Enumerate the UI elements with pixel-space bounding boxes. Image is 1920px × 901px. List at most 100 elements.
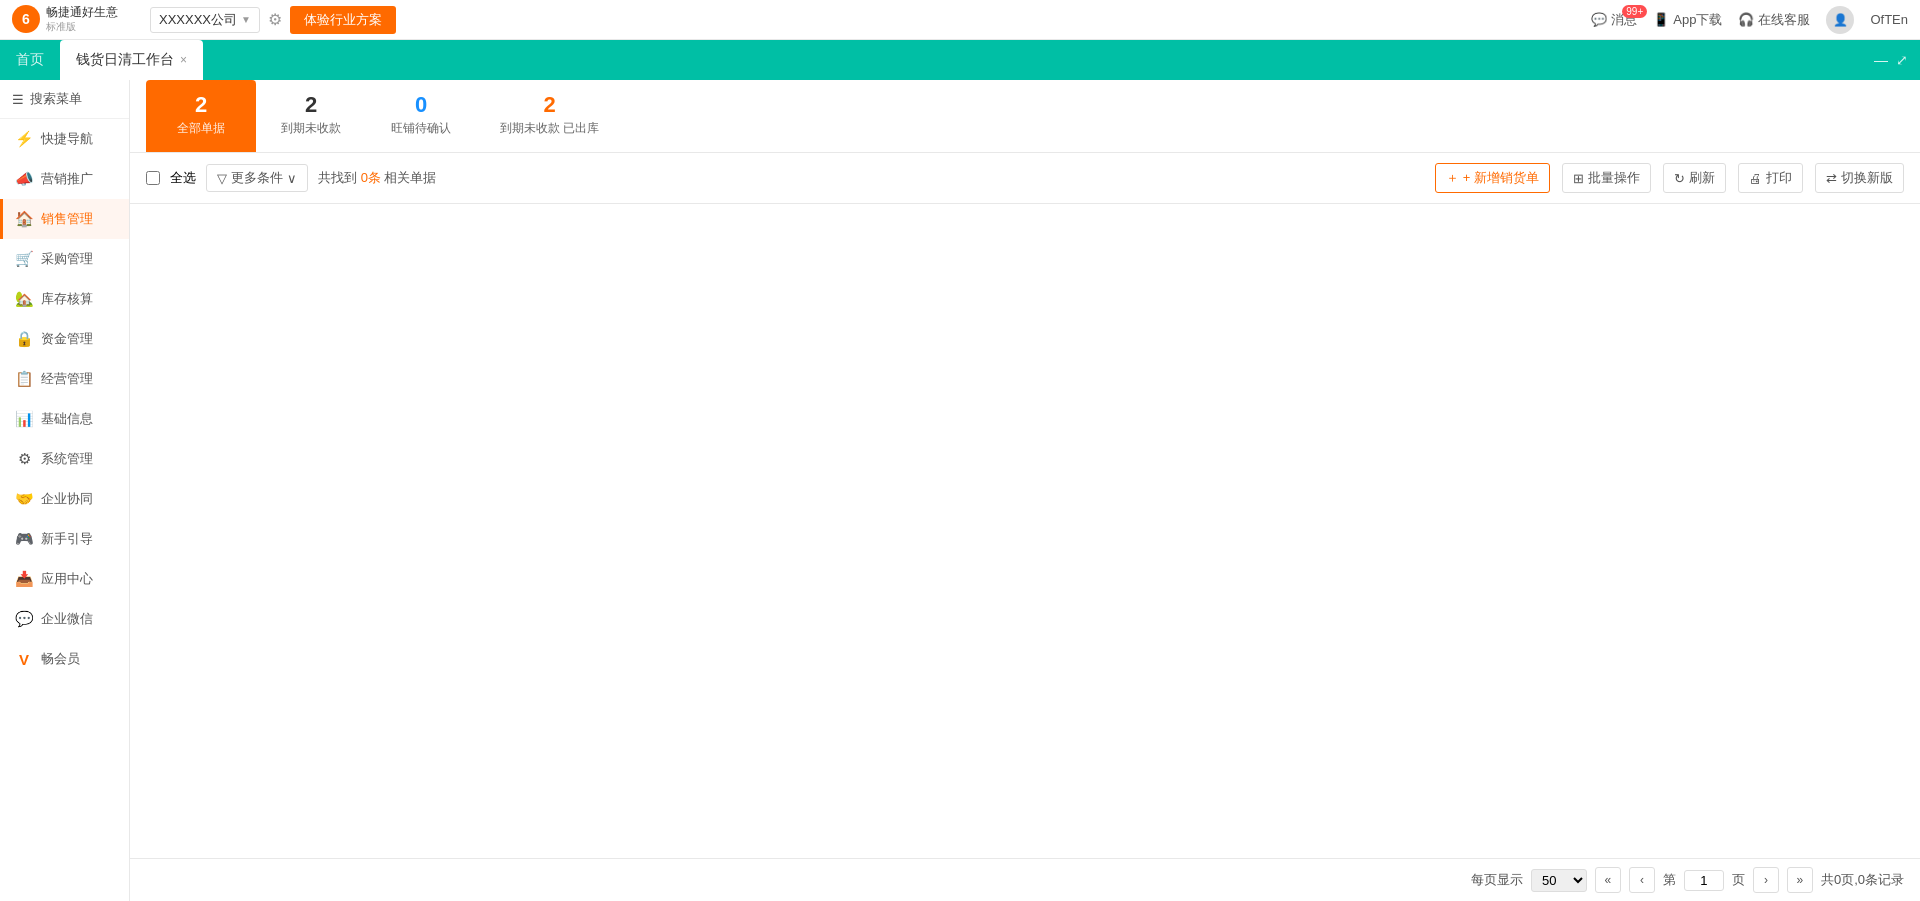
next-page-btn[interactable]: › — [1753, 867, 1779, 893]
page-number-input[interactable] — [1684, 870, 1724, 891]
tab-bar: 首页 钱货日清工作台 × — ⤢ — [0, 40, 1920, 80]
close-tab-icon[interactable]: × — [180, 53, 187, 67]
sidebar-item-guide[interactable]: 🎮 新手引导 — [0, 519, 129, 559]
sidebar-item-operation-label: 经营管理 — [41, 370, 93, 388]
system-icon: ⚙ — [15, 450, 33, 468]
inventory-icon: 🏡 — [15, 290, 33, 308]
message-btn[interactable]: 💬 消息 99+ — [1591, 11, 1637, 29]
app-center-icon: 📥 — [15, 570, 33, 588]
sidebar-item-member-label: 畅会员 — [41, 650, 80, 668]
user-name[interactable]: OfTEn — [1870, 12, 1908, 27]
empty-table-area — [130, 204, 1920, 858]
minimize-icon[interactable]: — — [1874, 52, 1888, 68]
app-download-btn[interactable]: 📱 App下载 — [1653, 11, 1722, 29]
sidebar-item-member[interactable]: V 畅会员 — [0, 639, 129, 679]
message-badge: 99+ — [1622, 5, 1647, 18]
refresh-btn[interactable]: ↻ 刷新 — [1663, 163, 1726, 193]
company-name: XXXXXX公司 — [159, 11, 237, 29]
stat-label-overdue-shipped: 到期未收款 已出库 — [500, 120, 599, 137]
refresh-label: 刷新 — [1689, 169, 1715, 187]
maximize-icon[interactable]: ⤢ — [1896, 52, 1908, 68]
stat-num-overdue: 2 — [305, 92, 317, 118]
avatar[interactable]: 👤 — [1826, 6, 1854, 34]
pagination-bar: 每页显示 50 100 200 « ‹ 第 页 › » 共0页,0条记录 — [130, 858, 1920, 901]
prev-page-btn[interactable]: ‹ — [1629, 867, 1655, 893]
logo-area: 6 畅捷通好生意 标准版 — [12, 5, 142, 33]
batch-label: 批量操作 — [1588, 169, 1640, 187]
found-suffix: 相关单据 — [384, 170, 436, 185]
quick-nav-icon: ⚡ — [15, 130, 33, 148]
stat-tab-overdue[interactable]: 2 到期未收款 — [256, 80, 366, 152]
found-count: 0条 — [361, 170, 381, 185]
stat-label-pending: 旺铺待确认 — [391, 120, 451, 137]
guide-icon: 🎮 — [15, 530, 33, 548]
sidebar-item-wechat-label: 企业微信 — [41, 610, 93, 628]
search-label: 搜索菜单 — [30, 90, 82, 108]
tab-workbench[interactable]: 钱货日清工作台 × — [60, 40, 203, 80]
sidebar-item-purchase-label: 采购管理 — [41, 250, 93, 268]
page-prefix: 第 — [1663, 871, 1676, 889]
sidebar-item-basic-info[interactable]: 📊 基础信息 — [0, 399, 129, 439]
select-all-checkbox[interactable] — [146, 171, 160, 185]
sidebar-item-system[interactable]: ⚙ 系统管理 — [0, 439, 129, 479]
batch-btn[interactable]: ⊞ 批量操作 — [1562, 163, 1651, 193]
sidebar-item-cooperation[interactable]: 🤝 企业协同 — [0, 479, 129, 519]
main-layout: ☰ 搜索菜单 ⚡ 快捷导航 📣 营销推广 🏠 销售管理 🛒 采购管理 🏡 库存核… — [0, 80, 1920, 901]
sidebar-item-system-label: 系统管理 — [41, 450, 93, 468]
stat-num-all: 2 — [195, 92, 207, 118]
refresh-icon: ↻ — [1674, 171, 1685, 186]
sidebar-item-marketing[interactable]: 📣 营销推广 — [0, 159, 129, 199]
top-header: 6 畅捷通好生意 标准版 XXXXXX公司 ▼ ⚙ 体验行业方案 💬 消息 99… — [0, 0, 1920, 40]
print-label: 打印 — [1766, 169, 1792, 187]
sales-icon: 🏠 — [15, 210, 33, 228]
tab-home[interactable]: 首页 — [0, 40, 60, 80]
basic-info-icon: 📊 — [15, 410, 33, 428]
first-page-btn[interactable]: « — [1595, 867, 1621, 893]
print-btn[interactable]: 🖨 打印 — [1738, 163, 1803, 193]
filter-icon: ▽ — [217, 171, 227, 186]
batch-icon: ⊞ — [1573, 171, 1584, 186]
download-icon: 📱 — [1653, 12, 1669, 27]
message-icon: 💬 — [1591, 12, 1607, 27]
sidebar-item-wechat[interactable]: 💬 企业微信 — [0, 599, 129, 639]
stat-label-all: 全部单据 — [177, 120, 225, 137]
add-sales-btn[interactable]: ＋ + 新增销货单 — [1435, 163, 1550, 193]
per-page-select[interactable]: 50 100 200 — [1531, 869, 1587, 892]
online-service-label: 在线客服 — [1758, 11, 1810, 29]
trial-button[interactable]: 体验行业方案 — [290, 6, 396, 34]
sidebar-item-sales[interactable]: 🏠 销售管理 — [0, 199, 129, 239]
chevron-down-icon: ▼ — [241, 14, 251, 25]
sidebar-item-inventory-label: 库存核算 — [41, 290, 93, 308]
stat-tab-all[interactable]: 2 全部单据 — [146, 80, 256, 152]
sidebar-item-finance[interactable]: 🔒 资金管理 — [0, 319, 129, 359]
gear-icon[interactable]: ⚙ — [268, 10, 282, 29]
sidebar-item-quick-nav[interactable]: ⚡ 快捷导航 — [0, 119, 129, 159]
stat-tab-pending[interactable]: 0 旺铺待确认 — [366, 80, 476, 152]
stat-tab-overdue-shipped[interactable]: 2 到期未收款 已出库 — [476, 80, 623, 152]
wechat-icon: 💬 — [15, 610, 33, 628]
switch-icon: ⇄ — [1826, 171, 1837, 186]
add-label: + 新增销货单 — [1463, 169, 1539, 187]
sidebar-search[interactable]: ☰ 搜索菜单 — [0, 80, 129, 119]
stat-num-overdue-shipped: 2 — [544, 92, 556, 118]
stat-label-overdue: 到期未收款 — [281, 120, 341, 137]
sidebar-item-inventory[interactable]: 🏡 库存核算 — [0, 279, 129, 319]
online-service-btn[interactable]: 🎧 在线客服 — [1738, 11, 1810, 29]
logo-sub: 标准版 — [46, 20, 118, 34]
purchase-icon: 🛒 — [15, 250, 33, 268]
print-icon: 🖨 — [1749, 171, 1762, 186]
sidebar-item-purchase[interactable]: 🛒 采购管理 — [0, 239, 129, 279]
page-suffix: 页 — [1732, 871, 1745, 889]
switch-btn[interactable]: ⇄ 切换新版 — [1815, 163, 1904, 193]
toolbar: 全选 ▽ 更多条件 ∨ 共找到 0条 相关单据 ＋ + 新增销货单 — [130, 153, 1920, 204]
sidebar-item-app-center[interactable]: 📥 应用中心 — [0, 559, 129, 599]
found-prefix: 共找到 — [318, 170, 357, 185]
sidebar-item-operation[interactable]: 📋 经营管理 — [0, 359, 129, 399]
found-text: 共找到 0条 相关单据 — [318, 169, 436, 187]
toolbar-right: ＋ + 新增销货单 ⊞ 批量操作 ↻ 刷新 🖨 打印 ⇄ 切换新版 — [1435, 163, 1904, 193]
last-page-btn[interactable]: » — [1787, 867, 1813, 893]
finance-icon: 🔒 — [15, 330, 33, 348]
filter-button[interactable]: ▽ 更多条件 ∨ — [206, 164, 308, 192]
company-selector[interactable]: XXXXXX公司 ▼ — [150, 7, 260, 33]
operation-icon: 📋 — [15, 370, 33, 388]
